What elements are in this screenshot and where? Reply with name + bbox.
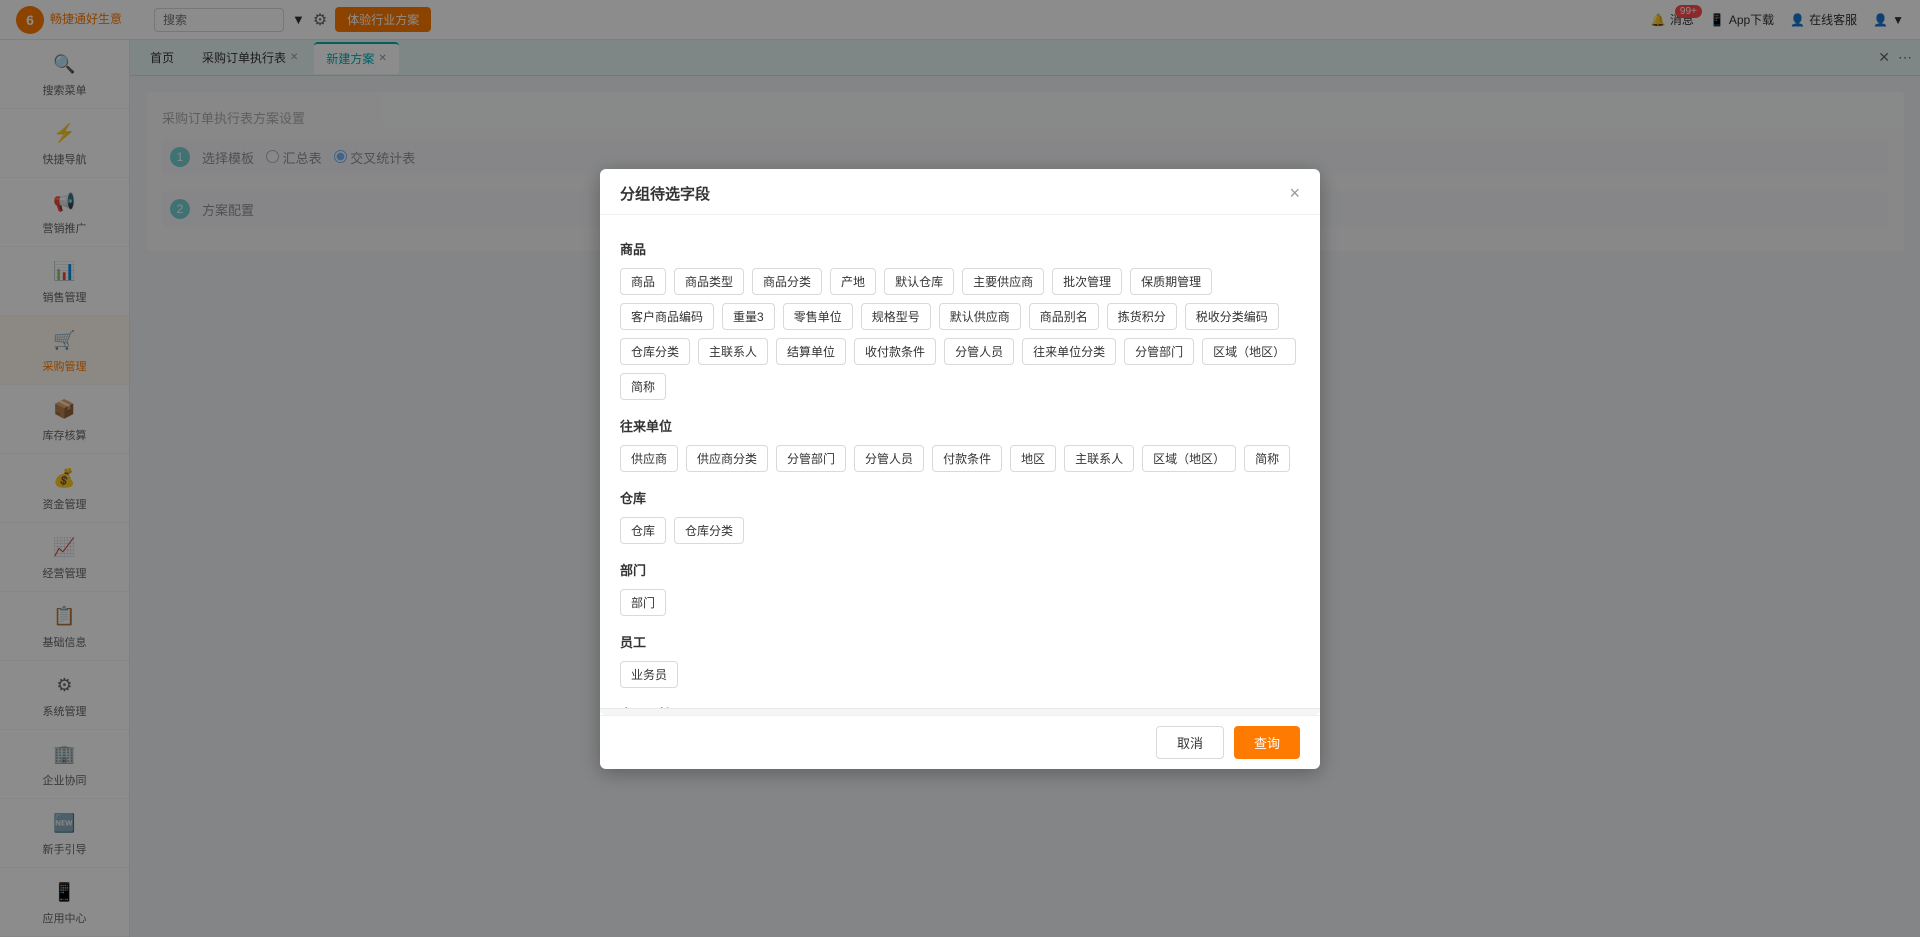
- section-employee: 员工业务员: [620, 632, 1300, 688]
- section-title-warehouse: 仓库: [620, 488, 1300, 507]
- field-tag-简称[interactable]: 简称: [1244, 445, 1290, 472]
- section-product-attr: 商品属性属性颜色多规格尺码鞋码1: [620, 704, 1300, 708]
- modal-title: 分组待选字段: [620, 183, 710, 204]
- fields-grid-employee: 业务员: [620, 661, 1300, 688]
- modal-body: 商品商品商品类型商品分类产地默认仓库主要供应商批次管理保质期管理客户商品编码重量…: [600, 215, 1320, 708]
- field-tag-默认仓库[interactable]: 默认仓库: [884, 268, 954, 295]
- modal-footer: 取消 查询: [600, 715, 1320, 769]
- fields-grid-partner: 供应商供应商分类分管部门分管人员付款条件地区主联系人区域（地区） 简称: [620, 445, 1300, 472]
- field-tag-主要供应商[interactable]: 主要供应商: [962, 268, 1044, 295]
- field-tag-往来单位分类[interactable]: 往来单位分类: [1022, 338, 1116, 365]
- field-tag-仓库[interactable]: 仓库: [620, 517, 666, 544]
- field-tag-税收分类编码[interactable]: 税收分类编码: [1185, 303, 1279, 330]
- modal-close-btn[interactable]: ×: [1289, 183, 1300, 204]
- section-goods: 商品商品商品类型商品分类产地默认仓库主要供应商批次管理保质期管理客户商品编码重量…: [620, 239, 1300, 400]
- field-tag-部门[interactable]: 部门: [620, 589, 666, 616]
- modal-header: 分组待选字段 ×: [600, 169, 1320, 215]
- section-title-partner: 往来单位: [620, 416, 1300, 435]
- field-tag-分管人员[interactable]: 分管人员: [854, 445, 924, 472]
- field-tag-收付款条件[interactable]: 收付款条件: [854, 338, 936, 365]
- field-tag-产地[interactable]: 产地: [830, 268, 876, 295]
- section-warehouse: 仓库仓库仓库分类: [620, 488, 1300, 544]
- field-tag-拣货积分[interactable]: 拣货积分: [1107, 303, 1177, 330]
- field-tag-商品类型[interactable]: 商品类型: [674, 268, 744, 295]
- field-tag-商品别名[interactable]: 商品别名: [1029, 303, 1099, 330]
- section-title-goods: 商品: [620, 239, 1300, 258]
- fields-grid-goods: 商品商品类型商品分类产地默认仓库主要供应商批次管理保质期管理客户商品编码重量3 零…: [620, 268, 1300, 400]
- section-partner: 往来单位供应商供应商分类分管部门分管人员付款条件地区主联系人区域（地区） 简称: [620, 416, 1300, 472]
- cancel-button[interactable]: 取消: [1156, 726, 1224, 759]
- section-title-department: 部门: [620, 560, 1300, 579]
- field-tag-分管部门[interactable]: 分管部门: [1124, 338, 1194, 365]
- field-tag-供应商分类[interactable]: 供应商分类: [686, 445, 768, 472]
- field-tag-零售单位[interactable]: 零售单位: [783, 303, 853, 330]
- field-tag-分管人员[interactable]: 分管人员: [944, 338, 1014, 365]
- section-title-product-attr: 商品属性: [620, 704, 1300, 708]
- field-tag-仓库分类[interactable]: 仓库分类: [620, 338, 690, 365]
- field-tag-批次管理[interactable]: 批次管理: [1052, 268, 1122, 295]
- field-tag-仓库分类[interactable]: 仓库分类: [674, 517, 744, 544]
- field-tag-区域（地区）[interactable]: 区域（地区）: [1142, 445, 1236, 472]
- field-tag-重量3[interactable]: 重量3: [722, 303, 775, 330]
- modal: 分组待选字段 × 商品商品商品类型商品分类产地默认仓库主要供应商批次管理保质期管…: [600, 169, 1320, 769]
- field-tag-地区[interactable]: 地区: [1010, 445, 1056, 472]
- field-tag-简称[interactable]: 简称: [620, 373, 666, 400]
- field-tag-主联系人[interactable]: 主联系人: [1064, 445, 1134, 472]
- field-tag-商品分类[interactable]: 商品分类: [752, 268, 822, 295]
- field-tag-业务员[interactable]: 业务员: [620, 661, 678, 688]
- fields-grid-warehouse: 仓库仓库分类: [620, 517, 1300, 544]
- field-tag-保质期管理[interactable]: 保质期管理: [1130, 268, 1212, 295]
- field-tag-结算单位[interactable]: 结算单位: [776, 338, 846, 365]
- confirm-button[interactable]: 查询: [1234, 726, 1300, 759]
- field-tag-分管部门[interactable]: 分管部门: [776, 445, 846, 472]
- field-tag-商品[interactable]: 商品: [620, 268, 666, 295]
- fields-grid-department: 部门: [620, 589, 1300, 616]
- section-title-employee: 员工: [620, 632, 1300, 651]
- modal-horizontal-scrollbar[interactable]: [600, 708, 1320, 715]
- modal-overlay: 分组待选字段 × 商品商品商品类型商品分类产地默认仓库主要供应商批次管理保质期管…: [0, 0, 1920, 937]
- field-tag-区域（地区）[interactable]: 区域（地区）: [1202, 338, 1296, 365]
- field-tag-客户商品编码[interactable]: 客户商品编码: [620, 303, 714, 330]
- field-tag-主联系人[interactable]: 主联系人: [698, 338, 768, 365]
- field-tag-供应商[interactable]: 供应商: [620, 445, 678, 472]
- field-tag-默认供应商[interactable]: 默认供应商: [939, 303, 1021, 330]
- section-department: 部门部门: [620, 560, 1300, 616]
- field-tag-付款条件[interactable]: 付款条件: [932, 445, 1002, 472]
- field-tag-规格型号[interactable]: 规格型号: [861, 303, 931, 330]
